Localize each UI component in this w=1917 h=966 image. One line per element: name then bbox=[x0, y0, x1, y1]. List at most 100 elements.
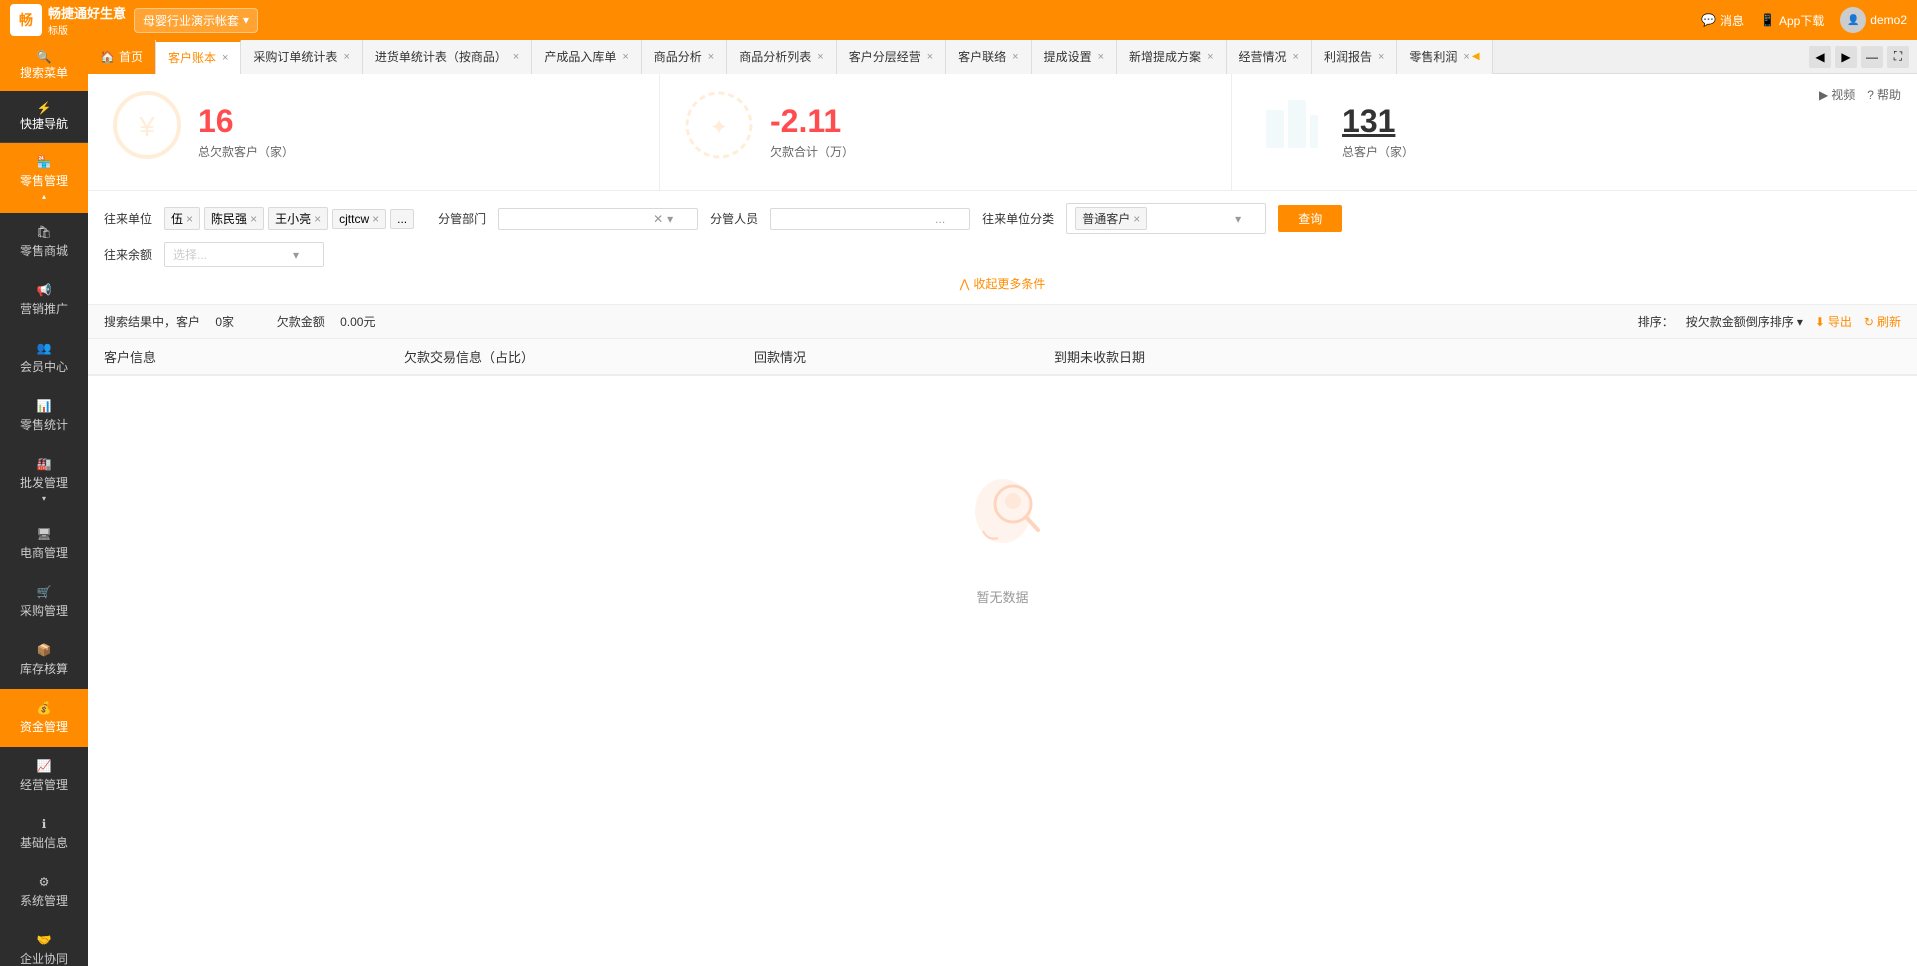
operations-icon: 📈 bbox=[37, 759, 52, 773]
user-menu[interactable]: 👤 demo2 bbox=[1840, 7, 1907, 33]
collapse-button[interactable]: ⋀ 收起更多条件 bbox=[960, 275, 1046, 292]
tab-product-instock[interactable]: 产成品入库单 × bbox=[532, 40, 641, 74]
tab-close-icon[interactable]: × bbox=[1378, 51, 1384, 63]
tab-new-boost-plan[interactable]: 新增提成方案 × bbox=[1117, 40, 1226, 74]
sidebar-item-retail-stats[interactable]: 📊 零售统计 bbox=[0, 387, 88, 445]
message-btn[interactable]: 💬 消息 bbox=[1701, 12, 1744, 29]
tab-close-icon[interactable]: × bbox=[1463, 51, 1469, 63]
filter-row-1: 往来单位 伍 × 陈民强 × 王小亮 bbox=[104, 203, 1901, 234]
tab-close-icon[interactable]: × bbox=[343, 51, 349, 63]
tab-close-icon[interactable]: × bbox=[513, 51, 519, 63]
sidebar-item-label: 基础信息 bbox=[20, 834, 68, 851]
sort-label: 排序： bbox=[1638, 313, 1674, 330]
tab-retail-profit[interactable]: 零售利润 × ◀ bbox=[1397, 40, 1492, 74]
tab-profit-report[interactable]: 利润报告 × bbox=[1312, 40, 1397, 74]
sidebar-item-finance[interactable]: 💰 资金管理 bbox=[0, 689, 88, 747]
sidebar-item-retail-shop[interactable]: 🛍 零售商城 bbox=[0, 213, 88, 271]
stat-value-customers: 16 bbox=[198, 105, 294, 137]
video-help-btn[interactable]: ▶ 视频 bbox=[1819, 86, 1855, 103]
tab-scroll-left[interactable]: ◀ bbox=[1809, 46, 1831, 68]
tab-close-icon[interactable]: × bbox=[927, 51, 933, 63]
dept-select[interactable]: ✕ ▾ bbox=[498, 208, 698, 230]
inventory-icon: 📦 bbox=[37, 643, 52, 657]
sidebar-item-wholesale[interactable]: 🏭 批发管理 ▾ bbox=[0, 445, 88, 515]
tab-customer-tier[interactable]: 客户分层经营 × bbox=[837, 40, 946, 74]
result-separator bbox=[255, 315, 267, 329]
top-bar-left: 畅 畅捷通好生意 标版 母婴行业演示帐套 ▾ bbox=[10, 3, 258, 37]
sidebar-item-label: 会员中心 bbox=[20, 358, 68, 375]
tab-incoming-stats[interactable]: 进货单统计表（按商品） × bbox=[363, 40, 532, 74]
tag-remove-wang[interactable]: × bbox=[314, 212, 321, 226]
tab-close-icon[interactable]: × bbox=[1012, 51, 1018, 63]
sidebar-item-basic-info[interactable]: ℹ 基础信息 bbox=[0, 805, 88, 863]
export-button[interactable]: ⬇ 导出 bbox=[1815, 313, 1852, 330]
manager-more-icon[interactable]: ... bbox=[935, 212, 945, 226]
tab-minimize[interactable]: — bbox=[1861, 46, 1883, 68]
tag-remove-wu[interactable]: × bbox=[186, 212, 193, 226]
collapse-row: ⋀ 收起更多条件 bbox=[104, 275, 1901, 292]
sidebar-search[interactable]: 🔍 搜索菜单 bbox=[0, 40, 88, 91]
video-label: 视频 bbox=[1831, 86, 1855, 103]
logo-text: 畅捷通好生意 bbox=[48, 3, 126, 22]
filter-tag-wu: 伍 × bbox=[164, 207, 200, 230]
sidebar-item-operations[interactable]: 📈 经营管理 bbox=[0, 747, 88, 805]
tab-close-icon[interactable]: × bbox=[708, 51, 714, 63]
tab-scroll-right[interactable]: ▶ bbox=[1835, 46, 1857, 68]
help-btn[interactable]: ? 帮助 bbox=[1867, 86, 1901, 103]
tab-close-icon[interactable]: × bbox=[1293, 51, 1299, 63]
tab-home[interactable]: 🏠 首页 bbox=[88, 40, 156, 74]
tab-label: 商品分析 bbox=[654, 48, 702, 65]
sidebar-item-purchase[interactable]: 🛒 采购管理 bbox=[0, 573, 88, 631]
tab-customer-account[interactable]: 客户账本 × bbox=[156, 40, 241, 74]
user-name: demo2 bbox=[1870, 13, 1907, 27]
tab-close-icon[interactable]: × bbox=[817, 51, 823, 63]
sidebar-item-label: 营销推广 bbox=[20, 300, 68, 317]
tab-close-icon[interactable]: × bbox=[1098, 51, 1104, 63]
tab-customer-contact[interactable]: 客户联络 × bbox=[946, 40, 1031, 74]
result-actions: 排序： 按欠款金额倒序排序 ▾ ⬇ 导出 ↻ 刷新 bbox=[1638, 313, 1901, 330]
sidebar-item-enterprise[interactable]: 🤝 企业协同 bbox=[0, 921, 88, 966]
tab-product-analysis-list[interactable]: 商品分析列表 × bbox=[727, 40, 836, 74]
tab-purchase-order-stats[interactable]: 采购订单统计表 × bbox=[241, 40, 362, 74]
search-label: 搜索菜单 bbox=[4, 64, 84, 81]
unit-category-select[interactable]: 普通客户 × ▾ bbox=[1066, 203, 1266, 234]
tab-label: 零售利润 bbox=[1409, 48, 1457, 65]
content-area: 🏠 首页 客户账本 × 采购订单统计表 × 进货单统计表（按商品） × 产成品入… bbox=[88, 40, 1917, 966]
sidebar-item-member[interactable]: 👥 会员中心 bbox=[0, 329, 88, 387]
sidebar-item-ecommerce[interactable]: 🖥 电商管理 bbox=[0, 515, 88, 573]
sidebar-item-retail-mgmt[interactable]: 🏪 零售管理 ▴ bbox=[0, 143, 88, 213]
video-icon: ▶ bbox=[1819, 88, 1828, 102]
stat-value-debt: -2.11 bbox=[770, 105, 854, 137]
tab-operations-status[interactable]: 经营情况 × bbox=[1227, 40, 1312, 74]
tag-remove-chen[interactable]: × bbox=[250, 212, 257, 226]
sidebar-item-system[interactable]: ⚙ 系统管理 bbox=[0, 863, 88, 921]
tab-close-icon[interactable]: × bbox=[622, 51, 628, 63]
marketing-icon: 📢 bbox=[37, 283, 52, 297]
filter-tag-more[interactable]: ... bbox=[390, 209, 414, 229]
category-tag-remove[interactable]: × bbox=[1133, 212, 1140, 226]
dept-clear-icon[interactable]: ✕ bbox=[653, 212, 663, 226]
refresh-button[interactable]: ↻ 刷新 bbox=[1864, 313, 1901, 330]
sidebar-item-label: 系统管理 bbox=[20, 892, 68, 909]
query-button[interactable]: 查询 bbox=[1278, 205, 1342, 232]
stat-block-debt: ✦ -2.11 欠款合计（万） bbox=[659, 74, 1231, 190]
tab-maximize[interactable]: ⛶ bbox=[1887, 46, 1909, 68]
sidebar-quick-nav[interactable]: ⚡ 快捷导航 bbox=[0, 91, 88, 143]
home-icon: 🏠 bbox=[100, 50, 115, 64]
stat-icon-total bbox=[1256, 90, 1326, 174]
sidebar-item-label: 企业协同 bbox=[20, 950, 68, 966]
sidebar-item-marketing[interactable]: 📢 营销推广 bbox=[0, 271, 88, 329]
sidebar-item-inventory[interactable]: 📦 库存核算 bbox=[0, 631, 88, 689]
tab-boost-settings[interactable]: 提成设置 × bbox=[1032, 40, 1117, 74]
stat-label-total: 总客户（家） bbox=[1342, 143, 1414, 160]
store-selector[interactable]: 母婴行业演示帐套 ▾ bbox=[134, 8, 258, 33]
balance-select[interactable]: 选择... ▾ bbox=[164, 242, 324, 267]
tab-close-icon[interactable]: × bbox=[222, 52, 228, 64]
sort-select[interactable]: 按欠款金额倒序排序 ▾ bbox=[1686, 313, 1803, 330]
manager-select[interactable]: ... bbox=[770, 208, 970, 230]
tab-close-icon[interactable]: × bbox=[1207, 51, 1213, 63]
app-download-btn[interactable]: 📱 App下载 bbox=[1760, 12, 1824, 29]
tag-remove-cjttcw[interactable]: × bbox=[372, 212, 379, 226]
tab-product-analysis[interactable]: 商品分析 × bbox=[642, 40, 727, 74]
col-due-date: 到期未收款日期 bbox=[1054, 347, 1901, 366]
